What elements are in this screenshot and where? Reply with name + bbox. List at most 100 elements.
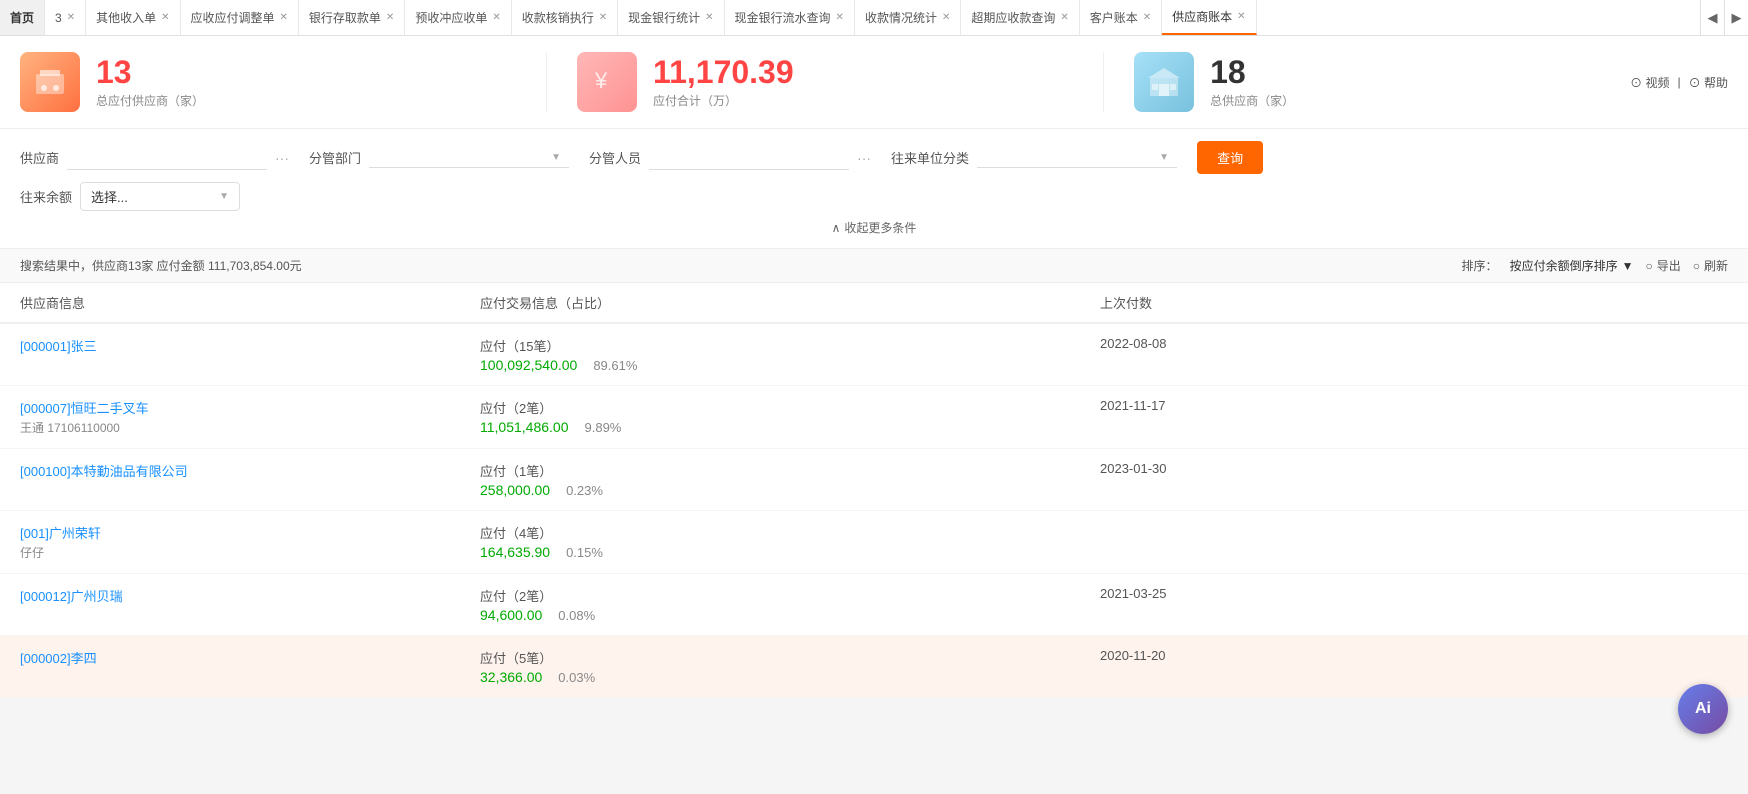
tab-overdue-label: 超期应收款查询 [971, 9, 1055, 26]
ai-button[interactable]: Ai [1678, 684, 1728, 734]
transaction-amount-6: 32,366.00 [480, 669, 542, 685]
category-select[interactable]: ▼ [977, 148, 1177, 168]
table-row: [001]广州荣轩 仔仔 应付（4笔） 164,635.90 0.15% [0, 511, 1748, 574]
person-dots-icon[interactable]: ··· [857, 150, 871, 166]
balance-select-text: 选择... [91, 187, 128, 206]
video-link[interactable]: ⊙ 视频 [1630, 74, 1669, 91]
balance-select[interactable]: 选择... ▼ [80, 182, 240, 211]
close-icon[interactable]: ✕ [1143, 12, 1151, 23]
filter-dept: 分管部门 ▼ [309, 148, 569, 168]
filter-row-2: 往来余额 选择... ▼ [20, 182, 1728, 211]
transaction-percent-4: 0.15% [566, 545, 603, 560]
close-icon[interactable]: ✕ [942, 12, 950, 23]
tab-3-label: 3 [55, 11, 62, 25]
transaction-amount-row-1: 100,092,540.00 89.61% [480, 357, 1100, 373]
supplier-input[interactable] [67, 146, 267, 170]
person-input[interactable] [649, 146, 849, 170]
summary-divider-1 [546, 52, 547, 112]
nav-tab-receipt-stat[interactable]: 收款情况统计 ✕ [855, 0, 961, 35]
sort-select[interactable]: 按应付余额倒序排序 ▼ [1510, 257, 1634, 274]
close-icon[interactable]: ✕ [836, 12, 844, 23]
tab-customer-book-label: 客户账本 [1090, 9, 1138, 26]
close-icon[interactable]: ✕ [492, 12, 500, 23]
supplier-dots-icon[interactable]: ··· [275, 150, 289, 166]
transaction-percent-3: 0.23% [566, 483, 603, 498]
summary-section: 13 总应付供应商（家） ¥ 11,170.39 应付合计（万） 18 [0, 36, 1748, 129]
transaction-amount-row-5: 94,600.00 0.08% [480, 607, 1100, 623]
nav-tab-advance[interactable]: 预收冲应收单 ✕ [405, 0, 511, 35]
supplier-sub-2: 王通 17106110000 [20, 419, 480, 436]
export-button[interactable]: ○ 导出 [1645, 257, 1680, 274]
dept-select[interactable]: ▼ [369, 148, 569, 168]
nav-tab-bank-deposit[interactable]: 银行存取款单 ✕ [299, 0, 405, 35]
nav-next-button[interactable]: ▶ [1724, 0, 1748, 36]
sort-dropdown-icon: ▼ [1622, 259, 1634, 273]
nav-tab-customer-book[interactable]: 客户账本 ✕ [1080, 0, 1162, 35]
balance-filter-label: 往来余额 [20, 187, 72, 206]
transaction-amount-row-3: 258,000.00 0.23% [480, 482, 1100, 498]
summary-card-3-info: 18 总供应商（家） [1210, 56, 1294, 109]
category-filter-label: 往来单位分类 [891, 148, 969, 167]
nav-tab-supplier-book[interactable]: 供应商账本 ✕ [1162, 0, 1256, 35]
payable-suppliers-label: 总应付供应商（家） [96, 92, 204, 109]
money-icon: ¥ [577, 52, 637, 112]
search-button[interactable]: 查询 [1197, 141, 1263, 174]
close-icon[interactable]: ✕ [1060, 12, 1068, 23]
last-payment-date-1: 2022-08-08 [1100, 336, 1167, 351]
supplier-link-1[interactable]: [000001]张三 [20, 339, 97, 354]
nav-tab-cash-stat[interactable]: 现金银行统计 ✕ [618, 0, 724, 35]
transaction-label-1: 应付（15笔） [480, 336, 1100, 355]
nav-tab-other-income[interactable]: 其他收入单 ✕ [86, 0, 180, 35]
supplier-info-1: [000001]张三 [20, 336, 480, 355]
transaction-percent-1: 89.61% [593, 358, 637, 373]
close-icon[interactable]: ✕ [1237, 11, 1245, 22]
table-row: [000012]广州贝瑞 应付（2笔） 94,600.00 0.08% 2021… [0, 574, 1748, 636]
help-link[interactable]: ⊙ 帮助 [1689, 74, 1728, 91]
nav-tab-3[interactable]: 3 ✕ [45, 0, 86, 35]
supplier-icon [20, 52, 80, 112]
nav-tab-overdue[interactable]: 超期应收款查询 ✕ [961, 0, 1079, 35]
transaction-percent-6: 0.03% [558, 670, 595, 685]
close-icon[interactable]: ✕ [705, 12, 713, 23]
supplier-link-5[interactable]: [000012]广州贝瑞 [20, 589, 123, 604]
transaction-info-3: 应付（1笔） 258,000.00 0.23% [480, 461, 1100, 498]
total-suppliers-count: 18 [1210, 56, 1294, 88]
person-filter-label: 分管人员 [589, 148, 641, 167]
supplier-info-3: [000100]本特勤油品有限公司 [20, 461, 480, 480]
transaction-amount-row-4: 164,635.90 0.15% [480, 544, 1100, 560]
supplier-info-6: [000002]李四 [20, 648, 480, 667]
collapse-btn-label: 收起更多条件 [844, 219, 916, 236]
export-btn-label: 导出 [1657, 257, 1681, 274]
refresh-button[interactable]: ○ 刷新 [1693, 257, 1728, 274]
transaction-amount-1: 100,092,540.00 [480, 357, 577, 373]
close-icon[interactable]: ✕ [280, 12, 288, 23]
dept-dropdown-icon: ▼ [551, 152, 561, 163]
supplier-link-6[interactable]: [000002]李四 [20, 651, 97, 666]
nav-tab-home[interactable]: 首页 [0, 0, 45, 35]
transaction-percent-5: 0.08% [558, 608, 595, 623]
close-icon[interactable]: ✕ [386, 12, 394, 23]
sort-label: 排序： [1462, 257, 1498, 274]
collapse-button[interactable]: ∧ 收起更多条件 [20, 219, 1728, 236]
nav-tab-ar-ap-adjust[interactable]: 应收应付调整单 ✕ [181, 0, 299, 35]
export-icon: ○ [1645, 259, 1652, 273]
supplier-link-2[interactable]: [000007]恒旺二手叉车 [20, 401, 149, 416]
last-payment-date-6: 2020-11-20 [1100, 648, 1166, 663]
nav-tab-payment-exec[interactable]: 收款核销执行 ✕ [512, 0, 618, 35]
tab-payment-exec-label: 收款核销执行 [522, 9, 594, 26]
filter-balance: 往来余额 选择... ▼ [20, 182, 240, 211]
close-icon[interactable]: ✕ [67, 12, 75, 23]
col-header-supplier: 供应商信息 [20, 293, 480, 312]
transaction-label-5: 应付（2笔） [480, 586, 1100, 605]
supplier-link-4[interactable]: [001]广州荣轩 [20, 526, 101, 541]
last-payment-date-5: 2021-03-25 [1100, 586, 1167, 601]
close-icon[interactable]: ✕ [599, 12, 607, 23]
supplier-sub-4: 仔仔 [20, 544, 480, 561]
close-icon[interactable]: ✕ [161, 12, 169, 23]
nav-tab-cash-flow[interactable]: 现金银行流水查询 ✕ [725, 0, 855, 35]
summary-card-2-info: 11,170.39 应付合计（万） [653, 56, 794, 109]
supplier-link-3[interactable]: [000100]本特勤油品有限公司 [20, 464, 188, 479]
sort-value: 按应付余额倒序排序 [1510, 257, 1618, 274]
tab-bank-label: 银行存取款单 [309, 9, 381, 26]
nav-prev-button[interactable]: ◀ [1700, 0, 1724, 36]
